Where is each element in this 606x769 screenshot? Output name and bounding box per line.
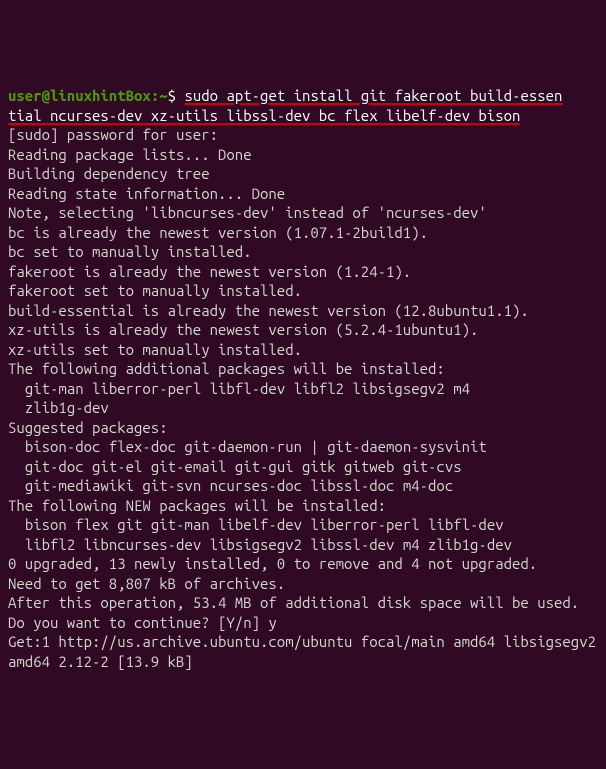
output-line: Building dependency tree [8, 165, 210, 182]
output-line: [sudo] password for user: [8, 126, 218, 143]
prompt-separator: : [151, 87, 159, 104]
output-line: git-man liberror-perl libfl-dev libfl2 l… [8, 380, 470, 397]
output-line: Note, selecting 'libncurses-dev' instead… [8, 204, 487, 221]
output-line: Reading state information... Done [8, 185, 285, 202]
output-line: git-doc git-el git-email git-gui gitk gi… [8, 458, 462, 475]
output-line: fakeroot is already the newest version (… [8, 263, 411, 280]
output-line: 0 upgraded, 13 newly installed, 0 to rem… [8, 555, 537, 572]
output-line: Need to get 8,807 kB of archives. [8, 575, 285, 592]
output-line: bison-doc flex-doc git-daemon-run | git-… [8, 438, 487, 455]
output-line: Suggested packages: [8, 419, 168, 436]
output-line: zlib1g-dev [8, 399, 109, 416]
output-line: xz-utils is already the newest version (… [8, 321, 478, 338]
output-line: Do you want to continue? [Y/n] y [8, 614, 277, 631]
output-line: bison flex git git-man libelf-dev liberr… [8, 516, 504, 533]
output-line: The following NEW packages will be insta… [8, 497, 386, 514]
command-text-part1: sudo apt-get install git fakeroot build-… [184, 87, 562, 104]
prompt-path: ~ [159, 87, 167, 104]
output-line: git-mediawiki git-svn ncurses-doc libssl… [8, 477, 453, 494]
output-line: Get:1 http://us.archive.ubuntu.com/ubunt… [8, 633, 604, 670]
terminal-window[interactable]: user@linuxhintBox:~$ sudo apt-get instal… [8, 86, 598, 671]
output-line: libfl2 libncurses-dev libsigsegv2 libssl… [8, 536, 512, 553]
output-line: xz-utils set to manually installed. [8, 341, 302, 358]
output-line: The following additional packages will b… [8, 360, 445, 377]
output-line: bc is already the newest version (1.07.1… [8, 224, 428, 241]
command-text-part2: tial ncurses-dev xz-utils libssl-dev bc … [8, 107, 520, 124]
output-line: After this operation, 53.4 MB of additio… [8, 594, 579, 611]
output-line: fakeroot set to manually installed. [8, 282, 302, 299]
output-line: build-essential is already the newest ve… [8, 302, 529, 319]
output-line: Reading package lists... Done [8, 146, 252, 163]
output-line: bc set to manually installed. [8, 243, 252, 260]
prompt-symbol: $ [168, 87, 176, 104]
prompt-user-host: user@linuxhintBox [8, 87, 151, 104]
